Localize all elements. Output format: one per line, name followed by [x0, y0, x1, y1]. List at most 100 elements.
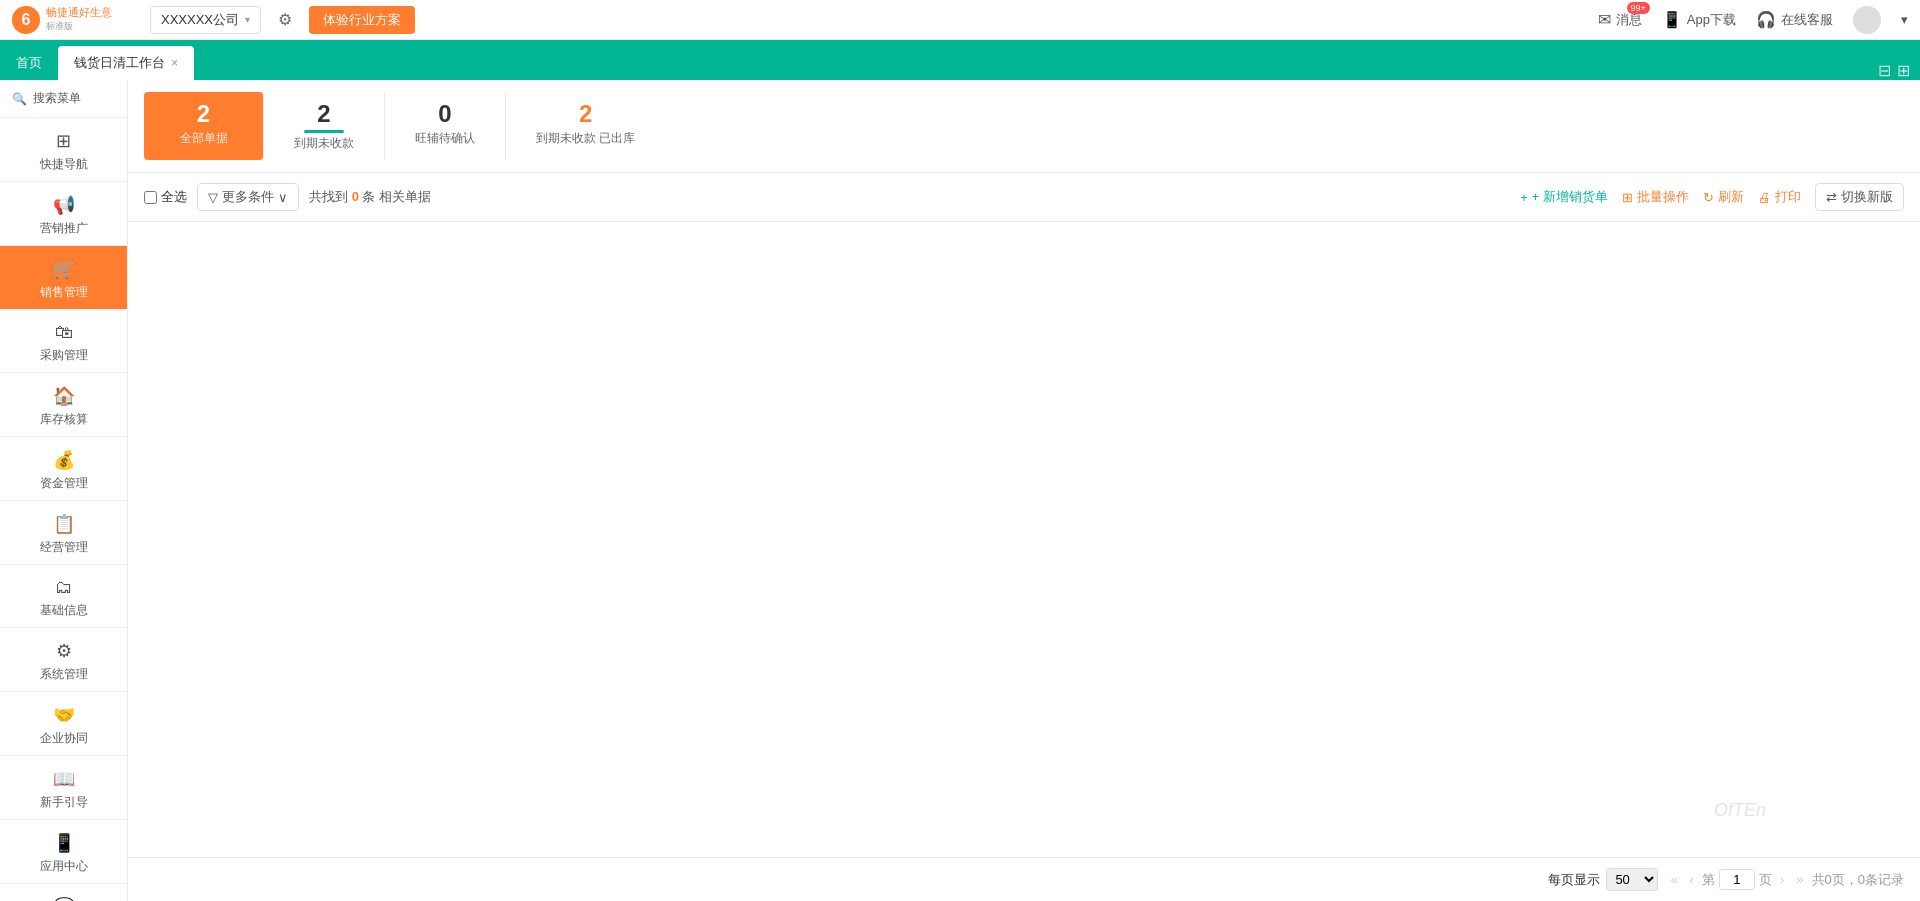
first-page-button[interactable]: « — [1666, 870, 1681, 889]
sidebar-item-quick-nav[interactable]: ⊞ 快捷导航 — [0, 118, 127, 182]
nav-tabs: 首页 钱货日清工作台 × ⊟ ⊞ — [0, 40, 1920, 80]
trial-button[interactable]: 体验行业方案 — [309, 6, 415, 34]
card-all-label: 全部单据 — [180, 130, 228, 147]
sidebar-item-purchase[interactable]: 🛍 采购管理 — [0, 310, 127, 373]
card-overdue-label: 到期未收款 — [294, 135, 354, 152]
next-page-button[interactable]: › — [1776, 870, 1788, 889]
sidebar-item-guide[interactable]: 📖 新手引导 — [0, 756, 127, 820]
message-button[interactable]: ✉ 消息 99+ — [1598, 10, 1642, 29]
card-shipped-count: 2 — [579, 100, 592, 128]
add-sale-button[interactable]: + + 新增销货单 — [1520, 188, 1608, 206]
sidebar: 🔍 搜索菜单 ⊞ 快捷导航 📢 营销推广 🛒 销售管理 🛍 采购管理 🏠 库存核… — [0, 80, 128, 901]
page-input[interactable] — [1719, 869, 1755, 890]
found-count: 0 — [352, 189, 359, 204]
logo-area: 6 畅捷通好生意 标准版 — [12, 6, 140, 34]
batch-icon: ⊞ — [1622, 190, 1633, 205]
main-content: 2 全部单据 2 到期未收款 0 旺辅待确认 2 到期未收款 已出库 全选 — [128, 80, 1920, 901]
card-shipped[interactable]: 2 到期未收款 已出库 — [506, 92, 665, 160]
sidebar-item-system[interactable]: ⚙ 系统管理 — [0, 628, 127, 692]
sidebar-item-wechat[interactable]: 💬 企业微信 — [0, 884, 127, 901]
page-suffix: 页 — [1759, 871, 1772, 889]
chevron-down-user-icon: ▾ — [1901, 12, 1908, 27]
guide-label: 新手引导 — [40, 794, 88, 811]
total-records: 共0页，0条记录 — [1812, 871, 1904, 889]
print-icon: 🖨 — [1758, 190, 1771, 205]
per-page-label: 每页显示 — [1548, 871, 1600, 889]
company-selector[interactable]: XXXXXX公司 ▾ — [150, 6, 261, 34]
card-overdue-count: 2 — [317, 100, 330, 128]
page-label: 第 — [1702, 871, 1715, 889]
more-filter-button[interactable]: ▽ 更多条件 ∨ — [197, 183, 299, 211]
card-wangfu-label: 旺辅待确认 — [415, 130, 475, 147]
prev-page-button[interactable]: ‹ — [1686, 870, 1698, 889]
app-center-icon: 📱 — [53, 832, 75, 854]
quick-nav-label: 快捷导航 — [40, 156, 88, 173]
sidebar-item-marketing[interactable]: 📢 营销推广 — [0, 182, 127, 246]
sidebar-item-sales[interactable]: 🛒 销售管理 — [0, 246, 127, 310]
top-header: 6 畅捷通好生意 标准版 XXXXXX公司 ▾ ⚙ 体验行业方案 ✉ 消息 99… — [0, 0, 1920, 40]
card-wangfu-count: 0 — [438, 100, 451, 128]
purchase-icon: 🛍 — [55, 322, 73, 343]
quick-nav-icon: ⊞ — [56, 130, 71, 152]
app-icon: 📱 — [1662, 10, 1682, 29]
found-prefix: 共找到 — [309, 189, 348, 204]
marketing-icon: 📢 — [53, 194, 75, 216]
operations-icon: 📋 — [53, 513, 75, 535]
print-button[interactable]: 🖨 打印 — [1758, 188, 1801, 206]
app-download-button[interactable]: 📱 App下载 — [1662, 10, 1736, 29]
logo-sub: 标准版 — [46, 20, 112, 33]
tab-home[interactable]: 首页 — [0, 46, 58, 80]
enterprise-label: 企业协同 — [40, 730, 88, 747]
card-overdue[interactable]: 2 到期未收款 — [264, 92, 385, 160]
search-label: 搜索菜单 — [33, 90, 81, 107]
purchase-label: 采购管理 — [40, 347, 88, 364]
plus-icon: + — [1520, 190, 1528, 205]
sidebar-item-app-center[interactable]: 📱 应用中心 — [0, 820, 127, 884]
found-text: 共找到 0 条 相关单据 — [309, 188, 431, 206]
search-icon: 🔍 — [12, 92, 27, 106]
basic-info-label: 基础信息 — [40, 602, 88, 619]
sidebar-item-search[interactable]: 🔍 搜索菜单 — [0, 80, 127, 118]
avatar[interactable] — [1853, 6, 1881, 34]
select-all-label: 全选 — [161, 188, 187, 206]
inventory-icon: 🏠 — [53, 385, 75, 407]
summary-cards: 2 全部单据 2 到期未收款 0 旺辅待确认 2 到期未收款 已出库 — [128, 80, 1920, 173]
switch-version-button[interactable]: ⇄ 切换新版 — [1815, 183, 1904, 211]
card-wangfu[interactable]: 0 旺辅待确认 — [385, 92, 506, 160]
sidebar-item-basic-info[interactable]: 🗂 基础信息 — [0, 565, 127, 628]
app-center-label: 应用中心 — [40, 858, 88, 875]
card-all[interactable]: 2 全部单据 — [144, 92, 264, 160]
settings-icon[interactable]: ⚙ — [271, 6, 299, 34]
sidebar-item-enterprise[interactable]: 🤝 企业协同 — [0, 692, 127, 756]
add-sale-label: + 新增销货单 — [1532, 188, 1608, 206]
minimize-icon[interactable]: ⊟ — [1878, 61, 1891, 80]
per-page-selector[interactable]: 每页显示 50 100 200 — [1548, 868, 1658, 891]
print-label: 打印 — [1775, 188, 1801, 206]
refresh-icon: ↻ — [1703, 190, 1714, 205]
online-service-button[interactable]: 🎧 在线客服 — [1756, 10, 1833, 29]
refresh-button[interactable]: ↻ 刷新 — [1703, 188, 1744, 206]
select-all-checkbox[interactable] — [144, 191, 157, 204]
operations-label: 经营管理 — [40, 539, 88, 556]
company-name: XXXXXX公司 — [161, 11, 239, 29]
marketing-label: 营销推广 — [40, 220, 88, 237]
table-area — [128, 222, 1920, 857]
page-nav: « ‹ 第 页 › » 共0页，0条记录 — [1666, 869, 1904, 890]
sidebar-item-finance[interactable]: 💰 资金管理 — [0, 437, 127, 501]
sidebar-item-inventory[interactable]: 🏠 库存核算 — [0, 373, 127, 437]
user-menu[interactable]: ▾ — [1901, 12, 1908, 27]
enterprise-icon: 🤝 — [53, 704, 75, 726]
tab-dashboard[interactable]: 钱货日清工作台 × — [58, 46, 194, 80]
expand-icon[interactable]: ⊞ — [1897, 61, 1910, 80]
batch-button[interactable]: ⊞ 批量操作 — [1622, 188, 1689, 206]
select-all-checkbox-area[interactable]: 全选 — [144, 188, 187, 206]
basic-info-icon: 🗂 — [55, 577, 73, 598]
close-tab-icon[interactable]: × — [171, 56, 178, 70]
found-unit: 条 — [362, 189, 375, 204]
switch-label: 切换新版 — [1841, 188, 1893, 206]
per-page-select[interactable]: 50 100 200 — [1606, 868, 1658, 891]
last-page-button[interactable]: » — [1792, 870, 1807, 889]
tab-home-label: 首页 — [16, 54, 42, 72]
sales-label: 销售管理 — [40, 284, 88, 301]
sidebar-item-operations[interactable]: 📋 经营管理 — [0, 501, 127, 565]
